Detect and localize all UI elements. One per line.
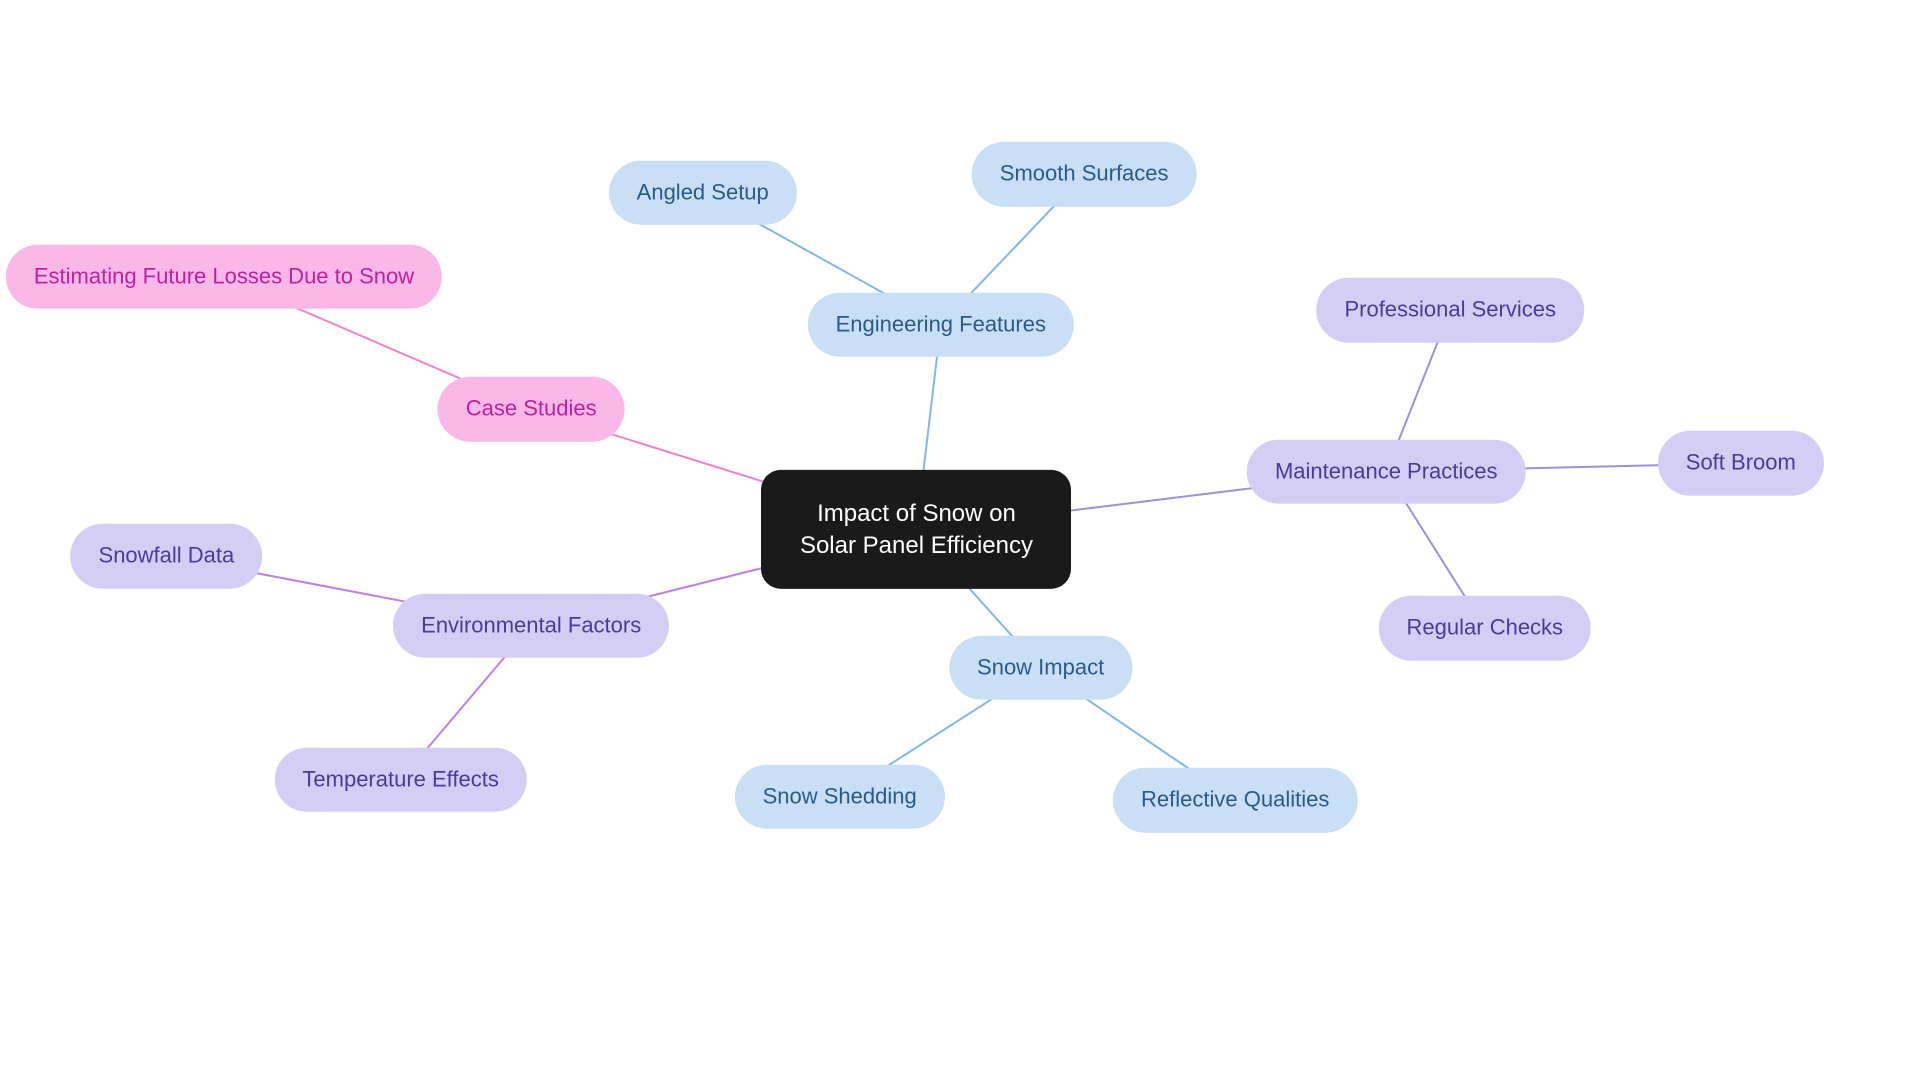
node-smooth_surfaces: Smooth Surfaces [972, 142, 1197, 207]
node-reflective_qualities: Reflective Qualities [1113, 768, 1357, 833]
node-snow_shedding: Snow Shedding [735, 764, 945, 829]
node-engineering_features: Engineering Features [808, 293, 1074, 358]
node-soft_broom: Soft Broom [1658, 431, 1824, 496]
node-case_studies: Case Studies [438, 377, 625, 442]
node-regular_checks: Regular Checks [1379, 596, 1592, 661]
node-estimating_future: Estimating Future Losses Due to Snow [6, 244, 442, 309]
mind-map: Impact of Snow on Solar Panel Efficiency… [0, 0, 1920, 1083]
node-snow_impact: Snow Impact [949, 636, 1132, 701]
node-snowfall_data: Snowfall Data [71, 524, 263, 589]
node-environmental_factors: Environmental Factors [393, 593, 669, 658]
node-professional_services: Professional Services [1316, 278, 1584, 343]
node-maintenance_practices: Maintenance Practices [1247, 439, 1526, 504]
node-temperature_effects: Temperature Effects [274, 747, 526, 812]
node-center: Impact of Snow on Solar Panel Efficiency [761, 470, 1071, 588]
node-angled_setup: Angled Setup [609, 160, 797, 225]
